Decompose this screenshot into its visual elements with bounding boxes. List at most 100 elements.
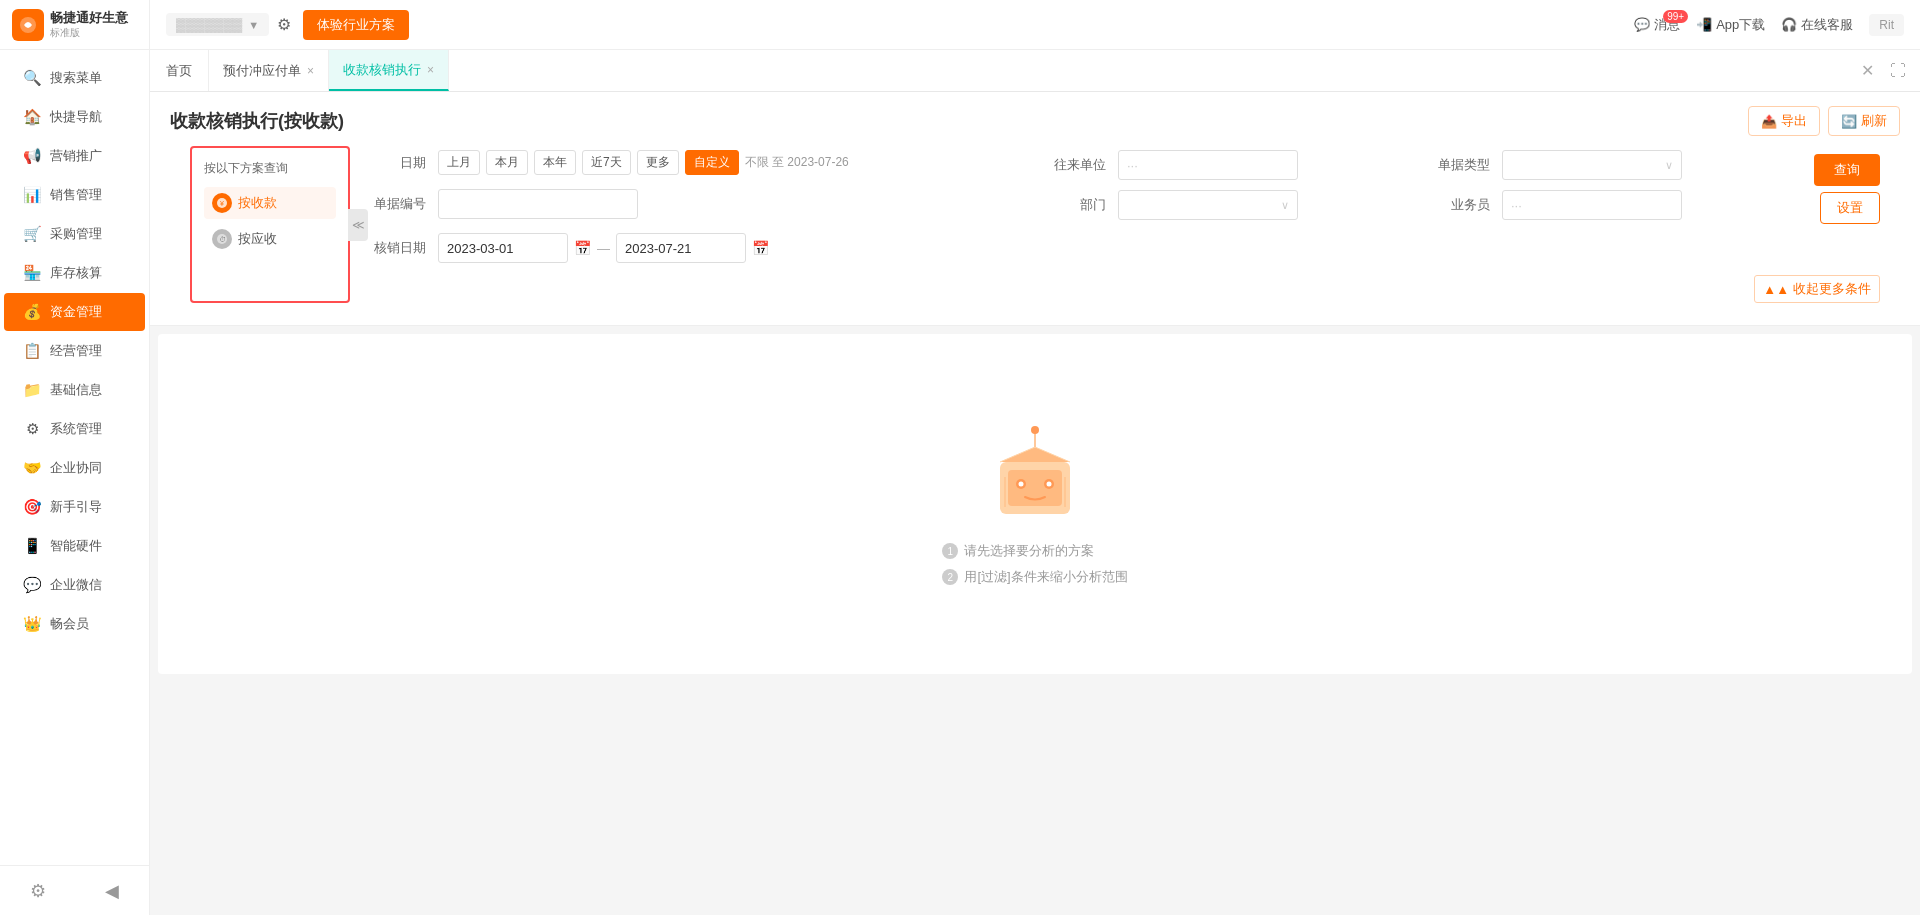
sidebar-label: 新手引导 bbox=[50, 498, 102, 516]
sidebar-item-finance[interactable]: 💰 资金管理 bbox=[4, 293, 145, 331]
settings-button[interactable]: ⚙ bbox=[22, 876, 54, 906]
sidebar-label: 采购管理 bbox=[50, 225, 102, 243]
query-button[interactable]: 查询 bbox=[1814, 154, 1880, 186]
svg-rect-6 bbox=[1008, 470, 1062, 506]
sidebar-label: 搜索菜单 bbox=[50, 69, 102, 87]
industry-solution-button[interactable]: 体验行业方案 bbox=[303, 10, 409, 40]
svg-text:⏱: ⏱ bbox=[219, 236, 226, 243]
user-account[interactable]: Rit bbox=[1869, 14, 1904, 36]
calendar-start-icon[interactable]: 📅 bbox=[574, 240, 591, 256]
date-label: 日期 bbox=[366, 154, 426, 172]
online-service-button[interactable]: 🎧 在线客服 bbox=[1781, 16, 1853, 34]
refresh-button[interactable]: 🔄 刷新 bbox=[1828, 106, 1900, 136]
sidebar-item-search[interactable]: 🔍 搜索菜单 bbox=[4, 59, 145, 97]
sidebar-label: 企业协同 bbox=[50, 459, 102, 477]
collapse-more-button[interactable]: ▲▲ 收起更多条件 bbox=[1754, 275, 1880, 303]
empty-illustration bbox=[975, 422, 1095, 522]
calendar-end-icon[interactable]: 📅 bbox=[752, 240, 769, 256]
sidebar-item-inventory[interactable]: 🏪 库存核算 bbox=[4, 254, 145, 292]
sidebar-item-smart-hardware[interactable]: 📱 智能硬件 bbox=[4, 527, 145, 565]
verify-date-end-input[interactable] bbox=[616, 233, 746, 263]
tab-label: 收款核销执行 bbox=[343, 61, 421, 79]
empty-text: 1 请先选择要分析的方案 2 用[过滤]条件来缩小分析范围 bbox=[942, 542, 1127, 586]
setting-button[interactable]: 设置 bbox=[1820, 192, 1880, 224]
date-btn-custom[interactable]: 自定义 bbox=[685, 150, 739, 175]
page-content: 收款核销执行(按收款) 📤 导出 🔄 刷新 bbox=[150, 92, 1920, 915]
sidebar-item-basic-info[interactable]: 📁 基础信息 bbox=[4, 371, 145, 409]
svg-point-12 bbox=[1031, 426, 1039, 434]
megaphone-icon: 📢 bbox=[22, 147, 42, 165]
sidebar-item-system[interactable]: ⚙ 系统管理 bbox=[4, 410, 145, 448]
topbar-brand[interactable]: ▓▓▓▓▓▓▓ ▼ bbox=[166, 13, 269, 36]
tab-prepay-offset[interactable]: 预付冲应付单 × bbox=[209, 50, 329, 91]
refresh-icon: 🔄 bbox=[1841, 114, 1857, 129]
date-btn-more[interactable]: 更多 bbox=[637, 150, 679, 175]
doc-no-input[interactable] bbox=[438, 189, 638, 219]
dept-select[interactable]: ∨ bbox=[1118, 190, 1298, 220]
chevron-down-icon: ▼ bbox=[248, 19, 259, 31]
sidebar-item-enterprise-collab[interactable]: 🤝 企业协同 bbox=[4, 449, 145, 487]
sidebar-item-beginner-guide[interactable]: 🎯 新手引导 bbox=[4, 488, 145, 526]
sidebar-label: 资金管理 bbox=[50, 303, 102, 321]
date-btn-7days[interactable]: 近7天 bbox=[582, 150, 631, 175]
empty-hint-1: 1 请先选择要分析的方案 bbox=[942, 542, 1127, 560]
logo-text: 畅捷通好生意 标准版 bbox=[50, 10, 128, 40]
refresh-label: 刷新 bbox=[1861, 112, 1887, 130]
sidebar-item-sales[interactable]: 📊 销售管理 bbox=[4, 176, 145, 214]
staff-select[interactable]: ··· bbox=[1502, 190, 1682, 220]
topbar-gear-icon[interactable]: ⚙ bbox=[277, 15, 291, 34]
message-icon: 💬 bbox=[1634, 17, 1650, 32]
date-btn-this-month[interactable]: 本月 bbox=[486, 150, 528, 175]
chat-icon: 💬 bbox=[22, 576, 42, 594]
filter-by-receipt[interactable]: ¥ 按收款 bbox=[204, 187, 336, 219]
filter-collapse-button[interactable]: ≪ bbox=[348, 209, 368, 241]
staff-label: 业务员 bbox=[1430, 196, 1490, 214]
phone-icon: 📱 bbox=[22, 537, 42, 555]
date-btn-last-month[interactable]: 上月 bbox=[438, 150, 480, 175]
app-icon: 📲 bbox=[1696, 17, 1712, 32]
sidebar-item-purchase[interactable]: 🛒 采购管理 bbox=[4, 215, 145, 253]
date-separator: — bbox=[597, 241, 610, 256]
doc-type-select[interactable]: ∨ bbox=[1502, 150, 1682, 180]
tab-receipt-verify[interactable]: 收款核销执行 × bbox=[329, 50, 449, 91]
money-icon: 💰 bbox=[22, 303, 42, 321]
logo-main: 畅捷通好生意 bbox=[50, 10, 128, 27]
svg-point-9 bbox=[1019, 482, 1024, 487]
export-icon: 📤 bbox=[1761, 114, 1777, 129]
svg-text:¥: ¥ bbox=[220, 200, 224, 207]
tab-home[interactable]: 首页 bbox=[150, 50, 209, 91]
export-button[interactable]: 📤 导出 bbox=[1748, 106, 1820, 136]
main-area: ▓▓▓▓▓▓▓ ▼ ⚙ 体验行业方案 💬 消息 99+ 📲 App下载 🎧 在线… bbox=[150, 0, 1920, 915]
filter-receipt-label: 按收款 bbox=[238, 194, 277, 212]
sidebar-item-member[interactable]: 👑 畅会员 bbox=[4, 605, 145, 643]
sidebar-label: 智能硬件 bbox=[50, 537, 102, 555]
sidebar-item-enterprise-wechat[interactable]: 💬 企业微信 bbox=[4, 566, 145, 604]
filter-by-receivable[interactable]: ⏱ 按应收 bbox=[204, 223, 336, 255]
sidebar-item-operations[interactable]: 📋 经营管理 bbox=[4, 332, 145, 370]
sidebar-item-marketing[interactable]: 📢 营销推广 bbox=[4, 137, 145, 175]
sidebar-label: 企业微信 bbox=[50, 576, 102, 594]
gear-icon: ⚙ bbox=[22, 420, 42, 438]
message-button[interactable]: 💬 消息 99+ bbox=[1634, 16, 1680, 34]
tab-close-active-icon[interactable]: × bbox=[427, 63, 434, 77]
collapse-sidebar-button[interactable]: ◀ bbox=[97, 876, 127, 906]
expand-tab-button[interactable]: ⛶ bbox=[1886, 58, 1910, 84]
empty-state: 1 请先选择要分析的方案 2 用[过滤]条件来缩小分析范围 bbox=[158, 334, 1912, 674]
verify-date-start-input[interactable] bbox=[438, 233, 568, 263]
handshake-icon: 🤝 bbox=[22, 459, 42, 477]
doc-no-label: 单据编号 bbox=[366, 195, 426, 213]
dept-chevron-icon: ∨ bbox=[1281, 199, 1289, 212]
close-tab-button[interactable]: ✕ bbox=[1857, 57, 1878, 84]
logo-icon bbox=[12, 9, 44, 41]
tab-close-icon[interactable]: × bbox=[307, 64, 314, 78]
query-buttons: 查询 设置 bbox=[1814, 150, 1880, 224]
app-download-button[interactable]: 📲 App下载 bbox=[1696, 16, 1765, 34]
date-btn-this-year[interactable]: 本年 bbox=[534, 150, 576, 175]
sidebar-label: 营销推广 bbox=[50, 147, 102, 165]
date-range-text: 不限 至 2023-07-26 bbox=[745, 154, 849, 171]
sidebar-label: 畅会员 bbox=[50, 615, 89, 633]
counterpart-select[interactable]: ··· bbox=[1118, 150, 1298, 180]
sidebar-item-quick-nav[interactable]: 🏠 快捷导航 bbox=[4, 98, 145, 136]
receivable-icon: ⏱ bbox=[212, 229, 232, 249]
page-actions: 📤 导出 🔄 刷新 bbox=[1748, 106, 1900, 136]
